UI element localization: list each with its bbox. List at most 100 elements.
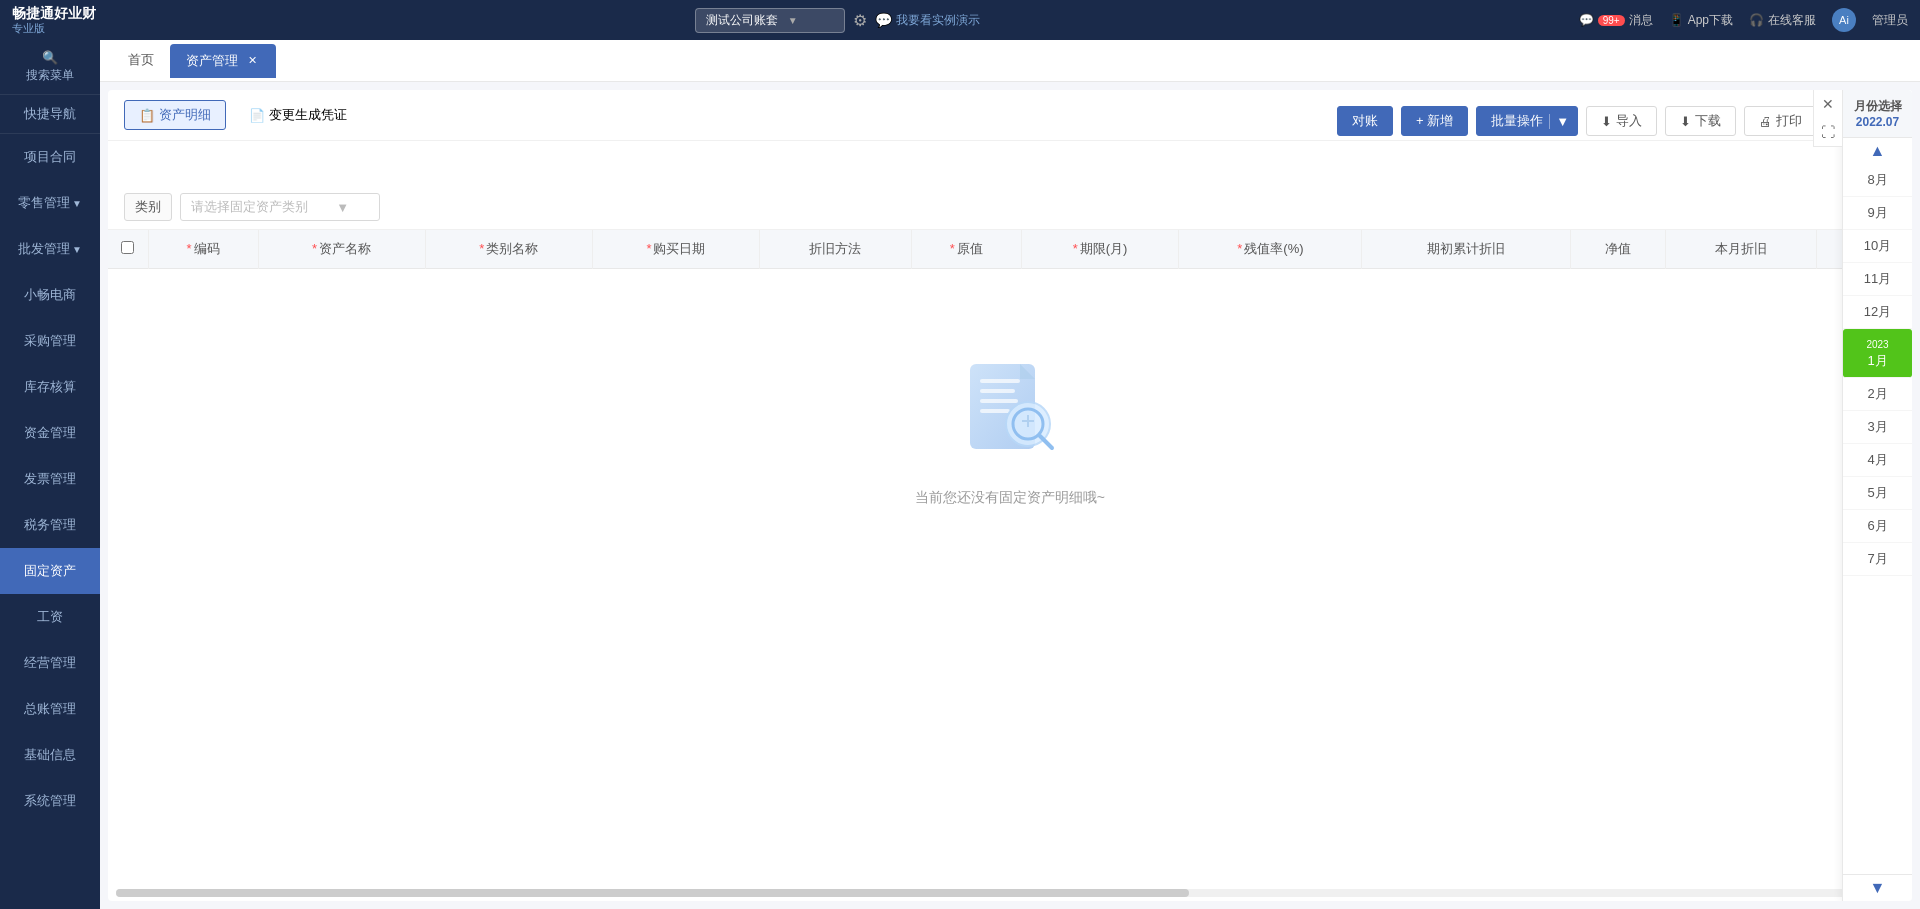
month-item-5[interactable]: 5月: [1843, 477, 1912, 510]
download-button[interactable]: ⬇ 下载: [1665, 106, 1736, 136]
search-icon: 🔍: [42, 50, 58, 65]
import-button[interactable]: ⬇ 导入: [1586, 106, 1657, 136]
chevron-up-icon: ▲: [1870, 142, 1886, 160]
sub-tab-asset-detail[interactable]: 📋 资产明细: [124, 100, 226, 130]
tab-home[interactable]: 首页: [112, 43, 170, 79]
quick-nav-button[interactable]: 快捷导航: [0, 95, 100, 134]
sidebar-item-project[interactable]: 项目合同: [0, 134, 100, 180]
month-list: 8月9月10月11月12月20231月2月3月4月5月6月7月: [1843, 164, 1912, 874]
sidebar-item-label: 批发管理: [18, 240, 70, 258]
sidebar-item-ecommerce[interactable]: 小畅电商: [0, 272, 100, 318]
month-item-9[interactable]: 9月: [1843, 197, 1912, 230]
horizontal-scrollbar[interactable]: [116, 889, 1904, 897]
month-item-4[interactable]: 4月: [1843, 444, 1912, 477]
panel-expand-button[interactable]: ⛶: [1814, 118, 1842, 146]
sidebar-item-basic_info[interactable]: 基础信息: [0, 732, 100, 778]
sidebar-item-inventory[interactable]: 库存核算: [0, 364, 100, 410]
print-button[interactable]: 🖨 打印: [1744, 106, 1817, 136]
message-badge: 99+: [1598, 15, 1625, 26]
category-select[interactable]: 请选择固定资产类别 ▼: [180, 193, 380, 221]
sub-tab-change-voucher[interactable]: 📄 变更生成凭证: [234, 100, 362, 130]
company-selector[interactable]: 测试公司账套 ▼: [695, 8, 845, 33]
add-label: + 新增: [1416, 112, 1453, 130]
reconcile-button[interactable]: 对账: [1337, 106, 1393, 136]
sidebar: 🔍 搜索菜单 快捷导航 项目合同零售管理▼批发管理▼小畅电商采购管理库存核算资金…: [0, 40, 100, 909]
app-download-button[interactable]: 📱 App下载: [1669, 12, 1733, 29]
svg-rect-4: [980, 409, 1010, 413]
empty-message: 当前您还没有固定资产明细哦~: [915, 489, 1105, 507]
asset-mgmt-tab-label: 资产管理: [186, 52, 238, 70]
sidebar-item-label: 项目合同: [24, 148, 76, 166]
sidebar-item-purchase[interactable]: 采购管理: [0, 318, 100, 364]
month-item-1[interactable]: 20231月: [1843, 329, 1912, 378]
month-item-8[interactable]: 8月: [1843, 164, 1912, 197]
sidebar-item-tax[interactable]: 税务管理: [0, 502, 100, 548]
month-item-6[interactable]: 6月: [1843, 510, 1912, 543]
sidebar-item-ledger[interactable]: 总账管理: [0, 686, 100, 732]
col-category: *类别名称: [425, 230, 592, 269]
col-accumulated-depreciation: 期初累计折旧: [1362, 230, 1571, 269]
sidebar-item-label: 税务管理: [24, 516, 76, 534]
sidebar-item-fixed_assets[interactable]: 固定资产: [0, 548, 100, 594]
category-placeholder: 请选择固定资产类别: [191, 198, 308, 216]
sidebar-item-system[interactable]: 系统管理: [0, 778, 100, 824]
tab-asset-mgmt[interactable]: 资产管理 ✕: [170, 44, 276, 78]
sidebar-item-retail[interactable]: 零售管理▼: [0, 180, 100, 226]
batch-arrow-icon: ▼: [1549, 114, 1569, 129]
sidebar-item-label: 资金管理: [24, 424, 76, 442]
empty-state: 当前您还没有固定资产明细哦~: [108, 269, 1912, 587]
app-name: 畅捷通好业财: [12, 5, 96, 22]
month-picker-title: 月份选择 2022.07: [1843, 90, 1912, 138]
top-bar-center: 测试公司账套 ▼ ⚙ 💬 我要看实例演示: [695, 8, 980, 33]
online-service-button[interactable]: 🎧 在线客服: [1749, 12, 1816, 29]
panel-close-button[interactable]: ✕: [1814, 90, 1842, 118]
quick-nav-label: 快捷导航: [8, 105, 92, 123]
avatar-initials: Ai: [1839, 14, 1849, 26]
asset-detail-label: 资产明细: [159, 106, 211, 124]
panel-controls: ✕ ⛶: [1813, 90, 1842, 147]
chevron-down-icon: ▼: [1870, 879, 1886, 897]
sidebar-item-invoice[interactable]: 发票管理: [0, 456, 100, 502]
month-item-11[interactable]: 11月: [1843, 263, 1912, 296]
sidebar-item-label: 采购管理: [24, 332, 76, 350]
month-item-2[interactable]: 2月: [1843, 378, 1912, 411]
sidebar-item-wholesale[interactable]: 批发管理▼: [0, 226, 100, 272]
category-select-arrow: ▼: [336, 200, 349, 215]
user-avatar[interactable]: Ai: [1832, 8, 1856, 32]
add-button[interactable]: + 新增: [1401, 106, 1468, 136]
batch-label: 批量操作: [1491, 112, 1543, 130]
demo-link[interactable]: 💬 我要看实例演示: [875, 12, 980, 29]
month-nav-down[interactable]: ▼: [1843, 874, 1912, 901]
checkbox-all[interactable]: [121, 241, 134, 254]
message-button[interactable]: 💬 99+ 消息: [1579, 12, 1653, 29]
search-menu-label: 搜索菜单: [8, 67, 92, 84]
page-content: 📋 资产明细 📄 变更生成凭证 对账 + 新增 批量操作 ▼: [108, 90, 1912, 901]
sidebar-item-operation[interactable]: 经营管理: [0, 640, 100, 686]
arrow-icon: ▼: [72, 244, 82, 255]
month-item-10[interactable]: 10月: [1843, 230, 1912, 263]
sidebar-item-finance[interactable]: 资金管理: [0, 410, 100, 456]
month-item-12[interactable]: 12月: [1843, 296, 1912, 329]
chevron-down-icon[interactable]: ▼: [788, 15, 798, 26]
batch-button[interactable]: 批量操作 ▼: [1476, 106, 1578, 136]
month-item-7[interactable]: 7月: [1843, 543, 1912, 576]
import-label: 导入: [1616, 112, 1642, 130]
sidebar-item-label: 零售管理: [18, 194, 70, 212]
month-nav-up[interactable]: ▲: [1843, 138, 1912, 164]
month-item-3[interactable]: 3月: [1843, 411, 1912, 444]
company-name: 测试公司账套: [706, 12, 778, 29]
tab-close-icon[interactable]: ✕: [244, 53, 260, 69]
scrollbar-thumb[interactable]: [116, 889, 1189, 897]
phone-icon: 📱: [1669, 13, 1684, 27]
message-icon: 💬: [1579, 13, 1594, 27]
search-menu-button[interactable]: 🔍 搜索菜单: [0, 40, 100, 95]
settings-icon[interactable]: ⚙: [853, 11, 867, 30]
sidebar-item-label: 小畅电商: [24, 286, 76, 304]
import-icon: ⬇: [1601, 114, 1612, 129]
sidebar-item-label: 库存核算: [24, 378, 76, 396]
download-label: 下载: [1695, 112, 1721, 130]
sidebar-item-label: 基础信息: [24, 746, 76, 764]
select-all-checkbox[interactable]: [108, 230, 148, 269]
sidebar-item-salary[interactable]: 工资: [0, 594, 100, 640]
top-bar-left: 畅捷通好业财 专业版: [12, 5, 96, 35]
